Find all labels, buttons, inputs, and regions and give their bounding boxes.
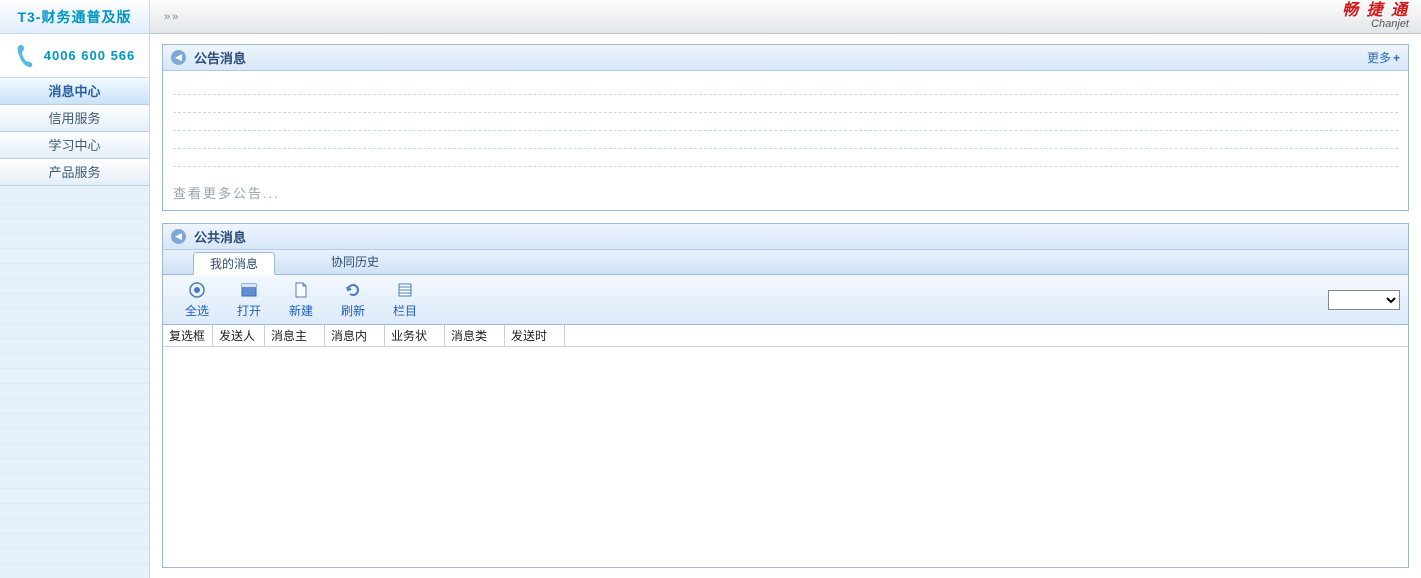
topbar: »» 畅 捷 通 Chanjet bbox=[150, 0, 1421, 34]
notice-panel-title: 公告消息 bbox=[194, 48, 246, 67]
notice-row bbox=[173, 77, 1398, 95]
col-time[interactable]: 发送时间 bbox=[505, 325, 565, 346]
new-label: 新建 bbox=[289, 302, 313, 319]
notice-row bbox=[173, 149, 1398, 167]
tab-my-messages[interactable]: 我的消息 bbox=[193, 252, 275, 275]
notice-panel-header: ◀ 公告消息 更多 + bbox=[163, 45, 1408, 71]
collapse-icon[interactable]: ◀ bbox=[171, 50, 186, 65]
grid-header: 复选框 发送人 消息主题 消息内容 业务状态 消息类型 发送时间 bbox=[163, 325, 1408, 347]
notice-row bbox=[173, 113, 1398, 131]
sidebar-background bbox=[0, 186, 149, 578]
open-icon bbox=[239, 280, 259, 300]
public-panel-header: ◀ 公共消息 bbox=[163, 224, 1408, 250]
notice-row bbox=[173, 95, 1398, 113]
col-checkbox[interactable]: 复选框 bbox=[163, 325, 213, 346]
notice-footer-link[interactable]: 查看更多公告... bbox=[163, 173, 1408, 210]
plus-icon: + bbox=[1393, 51, 1400, 65]
sidebar-toggle-icon[interactable]: »» bbox=[164, 11, 180, 23]
col-content[interactable]: 消息内容 bbox=[325, 325, 385, 346]
collapse-icon[interactable]: ◀ bbox=[171, 229, 186, 244]
col-type[interactable]: 消息类型 bbox=[445, 325, 505, 346]
public-panel-title: 公共消息 bbox=[194, 227, 246, 246]
grid-body[interactable] bbox=[163, 347, 1408, 567]
main-area: »» 畅 捷 通 Chanjet ◀ 公告消息 更多 + bbox=[150, 0, 1421, 578]
refresh-button[interactable]: 刷新 bbox=[327, 277, 379, 323]
filter-dropdown[interactable] bbox=[1328, 290, 1400, 310]
new-button[interactable]: 新建 bbox=[275, 277, 327, 323]
col-status[interactable]: 业务状态 bbox=[385, 325, 445, 346]
notice-row bbox=[173, 131, 1398, 149]
product-title: T3-财务通普及版 bbox=[0, 0, 149, 34]
sidebar: T3-财务通普及版 4006 600 566 消息中心 信用服务 学习中心 产品… bbox=[0, 0, 150, 578]
more-link[interactable]: 更多 + bbox=[1367, 49, 1400, 66]
notice-panel: ◀ 公告消息 更多 + 查看更多公告... bbox=[162, 44, 1409, 211]
brand-logo: 畅 捷 通 Chanjet bbox=[1342, 3, 1409, 30]
select-all-button[interactable]: 全选 bbox=[171, 277, 223, 323]
new-icon bbox=[291, 280, 311, 300]
sidebar-item-credit-service[interactable]: 信用服务 bbox=[0, 105, 149, 132]
tabs: 我的消息 协同历史 bbox=[163, 250, 1408, 275]
column-label: 栏目 bbox=[393, 302, 417, 319]
brand-cn: 畅 捷 通 bbox=[1342, 3, 1409, 19]
more-label: 更多 bbox=[1367, 49, 1391, 66]
sidebar-item-message-center[interactable]: 消息中心 bbox=[0, 78, 149, 105]
open-button[interactable]: 打开 bbox=[223, 277, 275, 323]
phone-number: 4006 600 566 bbox=[44, 48, 136, 63]
phone-row: 4006 600 566 bbox=[0, 34, 149, 78]
tab-collab-history[interactable]: 协同历史 bbox=[315, 251, 395, 274]
brand-en: Chanjet bbox=[1342, 19, 1409, 30]
select-all-icon bbox=[187, 280, 207, 300]
sidebar-item-learning-center[interactable]: 学习中心 bbox=[0, 132, 149, 159]
toolbar: 全选 打开 新建 bbox=[163, 275, 1408, 325]
public-panel: ◀ 公共消息 我的消息 协同历史 全选 bbox=[162, 223, 1409, 568]
open-label: 打开 bbox=[237, 302, 261, 319]
refresh-label: 刷新 bbox=[341, 302, 365, 319]
refresh-icon bbox=[343, 280, 363, 300]
column-button[interactable]: 栏目 bbox=[379, 277, 431, 323]
column-icon bbox=[395, 280, 415, 300]
col-subject[interactable]: 消息主题 bbox=[265, 325, 325, 346]
col-sender[interactable]: 发送人 bbox=[213, 325, 265, 346]
sidebar-item-product-service[interactable]: 产品服务 bbox=[0, 159, 149, 186]
phone-icon bbox=[14, 42, 36, 70]
notice-body bbox=[163, 71, 1408, 173]
select-all-label: 全选 bbox=[185, 302, 209, 319]
